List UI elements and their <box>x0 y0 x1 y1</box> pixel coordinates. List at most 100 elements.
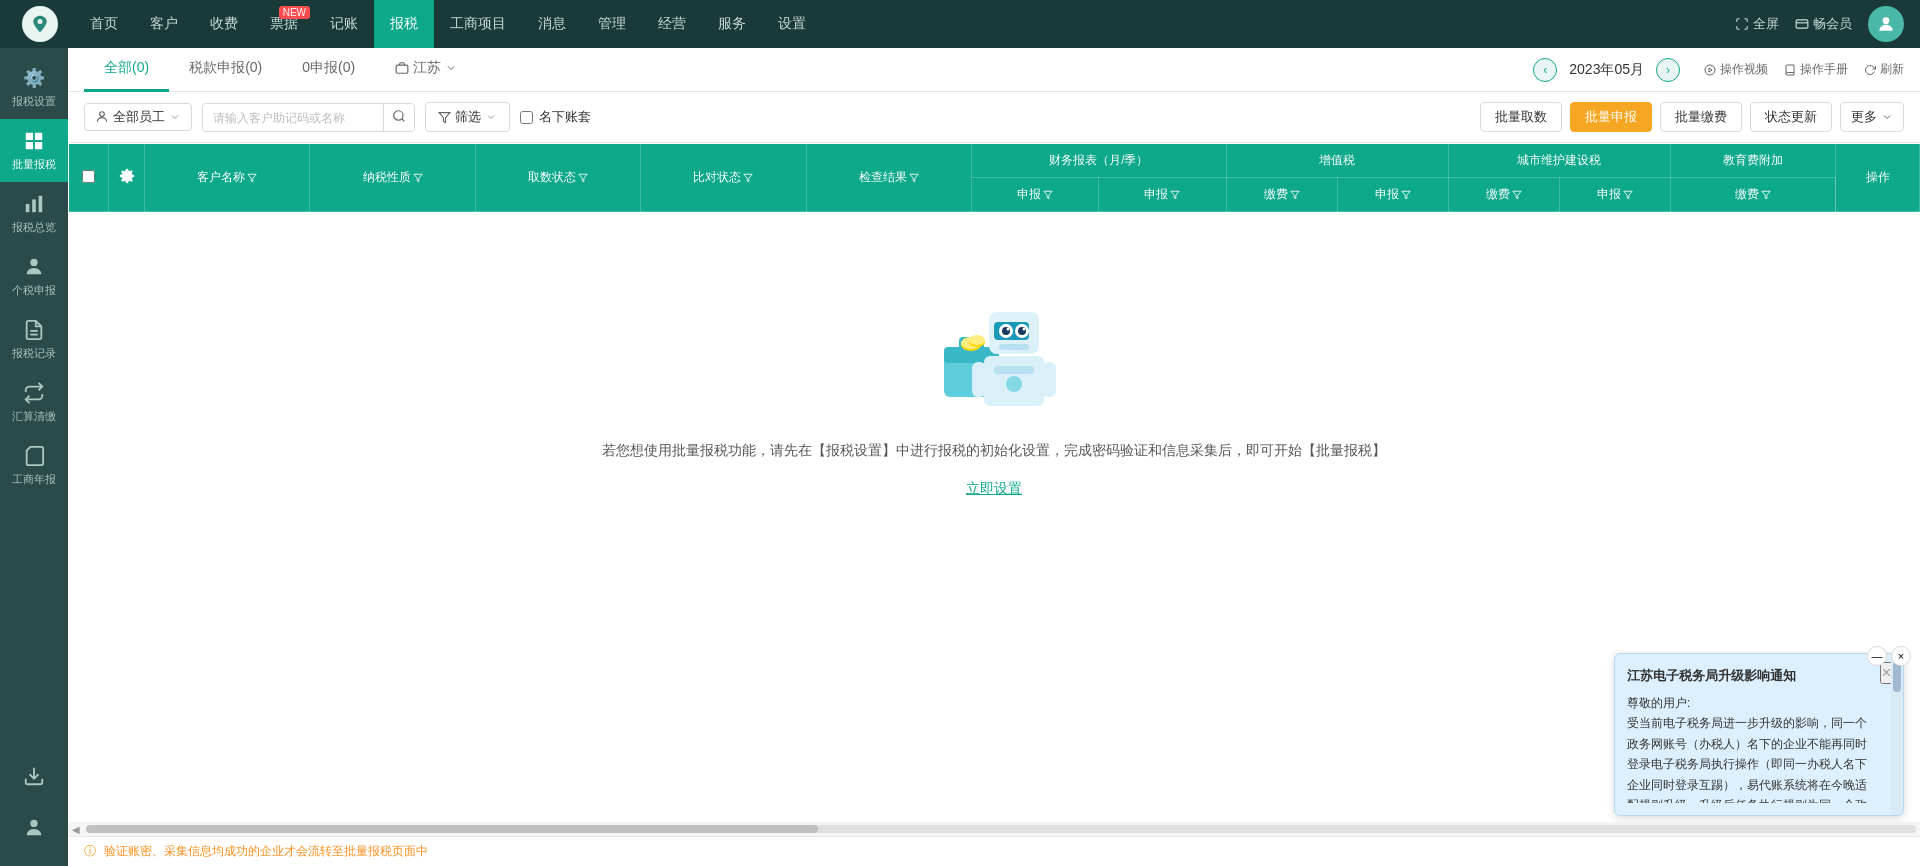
fullscreen-btn[interactable]: 全屏 <box>1735 15 1779 33</box>
sidebar-item-batch-tax[interactable]: 批量报税 <box>0 119 68 182</box>
filter-col-icon <box>247 173 257 183</box>
sidebar-item-personal-tax[interactable]: 个税申报 <box>0 245 68 308</box>
col-check-result: 检查结果 <box>806 144 971 212</box>
account-checkbox-label[interactable]: 名下账套 <box>520 108 591 126</box>
svg-rect-5 <box>26 142 33 149</box>
filter-chevron-icon <box>485 111 497 123</box>
sub-col-edu-declare: 申报 <box>1559 178 1670 212</box>
svg-marker-32 <box>1512 191 1520 199</box>
nav-tax[interactable]: 报税 <box>374 0 434 48</box>
nav-message[interactable]: 消息 <box>522 0 582 48</box>
employee-select[interactable]: 全部员工 <box>84 103 192 131</box>
svg-rect-9 <box>39 196 43 213</box>
batch-declare-btn[interactable]: 批量申报 <box>1570 102 1652 132</box>
svg-marker-27 <box>910 174 918 182</box>
nav-accounting[interactable]: 记账 <box>314 0 374 48</box>
svg-rect-8 <box>32 199 36 212</box>
filter-col3-icon <box>578 173 588 183</box>
tab-zero-declare[interactable]: 0申报(0) <box>282 48 375 92</box>
personal-tax-icon <box>22 255 46 279</box>
batch-tax-icon <box>22 129 46 153</box>
account-checkbox[interactable] <box>520 111 533 124</box>
operation-manual-btn[interactable]: 操作手册 <box>1784 61 1848 78</box>
settlement-icon <box>22 381 46 405</box>
bottom-bar: ⓘ 验证账密、采集信息均成功的企业才会流转至批量报税页面中 <box>68 836 1920 866</box>
svg-rect-56 <box>1042 362 1056 397</box>
tab-region[interactable]: 江苏 <box>375 48 477 92</box>
sidebar-item-settlement[interactable]: 汇算清缴 <box>0 371 68 434</box>
tab-bar: 全部(0) 税款申报(0) 0申报(0) 江苏 ‹ 2023年05月 <box>68 48 1920 92</box>
svg-marker-34 <box>1762 191 1770 199</box>
svg-point-19 <box>394 110 403 119</box>
sidebar-item-download[interactable] <box>0 754 68 798</box>
data-table: 客户名称 纳税性质 <box>68 143 1920 578</box>
sub-col-financial-declare: 申报 <box>972 178 1099 212</box>
notification-scrollbar[interactable] <box>1891 654 1903 815</box>
tab-bar-right: 操作视频 操作手册 刷新 <box>1704 61 1904 78</box>
svg-point-41 <box>969 335 985 345</box>
prev-month-btn[interactable]: ‹ <box>1533 58 1557 82</box>
search-input[interactable] <box>203 105 383 130</box>
next-month-btn[interactable]: › <box>1656 58 1680 82</box>
nav-settings[interactable]: 设置 <box>762 0 822 48</box>
nav-manage[interactable]: 管理 <box>582 0 642 48</box>
svg-marker-24 <box>413 174 421 182</box>
new-badge: NEW <box>279 6 310 19</box>
search-button[interactable] <box>383 104 414 131</box>
sub-filter-icon1 <box>1043 190 1053 200</box>
sidebar-item-profile[interactable] <box>0 806 68 850</box>
svg-marker-23 <box>248 174 256 182</box>
empty-state: 若您想使用批量报税功能，请先在【报税设置】中进行报税的初始化设置，完成密码验证和… <box>69 212 1920 578</box>
select-all-checkbox[interactable] <box>82 170 95 183</box>
warning-icon: ⓘ <box>84 843 96 860</box>
sidebar-item-tax-overview[interactable]: 报税总览 <box>0 182 68 245</box>
tab-tax-declare[interactable]: 税款申报(0) <box>169 48 282 92</box>
nav-fee[interactable]: 收费 <box>194 0 254 48</box>
svg-point-0 <box>38 19 43 24</box>
notification-scroll-thumb <box>1893 662 1901 692</box>
toolbar-right: 批量取数 批量申报 批量缴费 状态更新 更多 <box>1480 102 1904 132</box>
toolbar: 全部员工 筛选 <box>68 92 1920 143</box>
batch-pay-btn[interactable]: 批量缴费 <box>1660 102 1742 132</box>
robot-illustration <box>929 292 1059 422</box>
notif-minimize-btn[interactable]: — <box>1867 646 1887 666</box>
content-wrapper: 客户名称 纳税性质 <box>68 143 1920 866</box>
setup-link[interactable]: 立即设置 <box>966 480 1022 498</box>
col-vat: 增值税 <box>1226 144 1448 178</box>
svg-rect-15 <box>396 65 408 73</box>
batch-fetch-btn[interactable]: 批量取数 <box>1480 102 1562 132</box>
video-icon <box>1704 64 1716 76</box>
sidebar-item-tax-records[interactable]: 报税记录 <box>0 308 68 371</box>
svg-rect-7 <box>26 204 30 212</box>
current-date: 2023年05月 <box>1569 61 1644 79</box>
svg-marker-31 <box>1401 191 1409 199</box>
refresh-btn[interactable]: 刷新 <box>1864 61 1904 78</box>
nav-operation[interactable]: 经营 <box>642 0 702 48</box>
svg-marker-17 <box>1709 68 1712 72</box>
notif-close-x-btn[interactable]: × <box>1891 646 1911 666</box>
filter-icon <box>438 111 451 124</box>
tab-all[interactable]: 全部(0) <box>84 48 169 92</box>
nav-invoice[interactable]: 票据 NEW <box>254 0 314 48</box>
more-button[interactable]: 更多 <box>1840 102 1904 132</box>
status-update-btn[interactable]: 状态更新 <box>1750 102 1832 132</box>
scroll-left-btn[interactable]: ◀ <box>72 824 86 835</box>
svg-marker-21 <box>439 112 450 122</box>
search-box <box>202 103 415 132</box>
operation-video-btn[interactable]: 操作视频 <box>1704 61 1768 78</box>
sidebar-item-annual-report[interactable]: 工商年报 <box>0 434 68 497</box>
horizontal-scrollbar[interactable]: ◀ <box>68 822 1920 836</box>
nav-customer[interactable]: 客户 <box>134 0 194 48</box>
nav-home[interactable]: 首页 <box>74 0 134 48</box>
svg-point-16 <box>1705 65 1715 75</box>
col-education-fee: 教育费附加 <box>1670 144 1835 178</box>
membership-btn[interactable]: 畅会员 <box>1795 15 1852 33</box>
user-avatar[interactable] <box>1868 6 1904 42</box>
sub-filter-icon7 <box>1761 190 1771 200</box>
svg-rect-55 <box>972 362 986 397</box>
filter-button[interactable]: 筛选 <box>425 102 510 132</box>
nav-business[interactable]: 工商项目 <box>434 0 522 48</box>
nav-service[interactable]: 服务 <box>702 0 762 48</box>
sidebar-item-tax-settings[interactable]: ⚙️ 报税设置 <box>0 56 68 119</box>
col-customer-name: 客户名称 <box>145 144 310 212</box>
